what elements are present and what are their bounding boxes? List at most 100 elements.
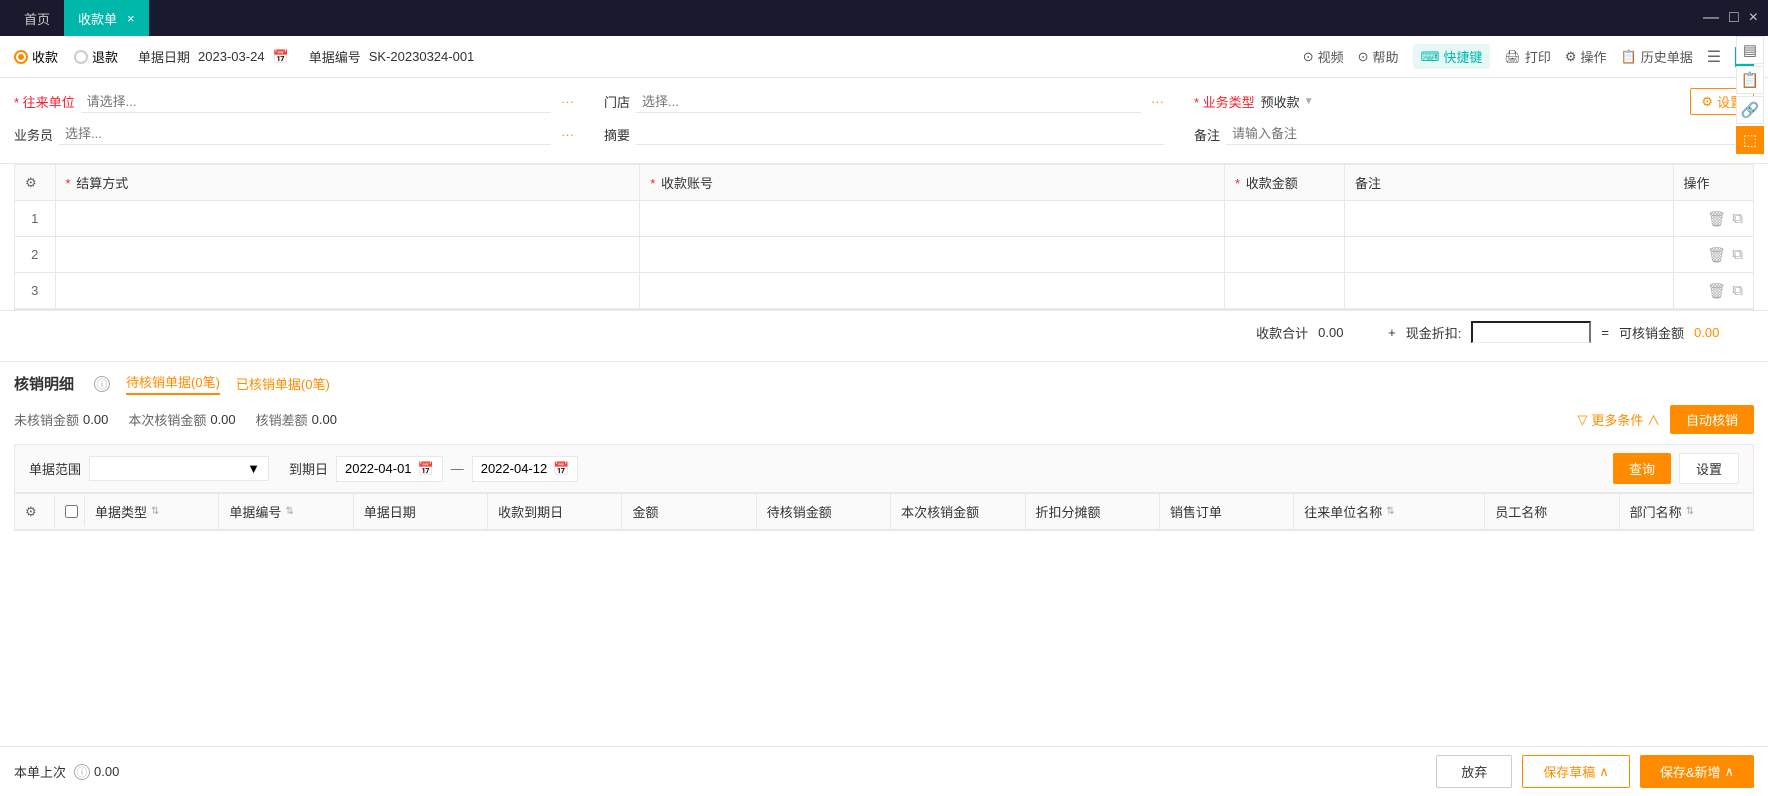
th-gear: ⚙ xyxy=(15,165,55,201)
stat-diff: 核销差额 0.00 xyxy=(256,410,337,429)
cell-account-2[interactable] xyxy=(640,237,1225,273)
salesman-more-icon[interactable]: ··· xyxy=(561,127,574,142)
sidebar-icon-attach[interactable]: 🔗 xyxy=(1736,96,1764,124)
due-date-label: 到期日 xyxy=(289,459,328,478)
tab-close-icon[interactable]: × xyxy=(127,11,135,26)
verify-info-icon[interactable]: ⓘ xyxy=(94,376,110,392)
delete-icon-2[interactable]: 🗑 xyxy=(1707,246,1726,264)
more-conditions-button[interactable]: ▽ 更多条件 ∧ xyxy=(1577,410,1660,429)
save-new-button[interactable]: 保存&新增 ∧ xyxy=(1640,755,1754,788)
cell-remark-2[interactable] xyxy=(1345,237,1673,273)
cell-account-3[interactable] xyxy=(640,273,1225,309)
stat-unverified-label: 未核销金额 xyxy=(14,410,79,429)
cell-amount-1[interactable] xyxy=(1225,201,1345,237)
sidebar-icon-doc[interactable]: 📋 xyxy=(1736,66,1764,94)
select-all-checkbox[interactable] xyxy=(65,505,78,518)
verify-filter: 单据范围 ▼ 到期日 2022-04-01 📅 — 2022-04-12 📅 xyxy=(14,444,1754,493)
minimize-icon[interactable]: — xyxy=(1703,9,1719,27)
tab-receipt-label: 收款单 xyxy=(78,9,117,28)
cell-settlement-2[interactable] xyxy=(55,237,640,273)
delete-icon-1[interactable]: 🗑 xyxy=(1707,210,1726,228)
auto-verify-button[interactable]: 自动核销 xyxy=(1670,405,1754,434)
vth-discount: 折扣分摊额 xyxy=(1026,494,1160,529)
help-action[interactable]: ⊙ 帮助 xyxy=(1358,47,1399,66)
sort-dept[interactable]: ⇅ xyxy=(1686,506,1694,517)
th-remark: 备注 xyxy=(1345,165,1673,201)
salesman-input[interactable] xyxy=(59,123,551,145)
copy-icon-3[interactable]: ⧉ xyxy=(1732,282,1743,299)
biz-type-value: 预收款 xyxy=(1261,92,1300,111)
filter-icon: ▽ xyxy=(1577,412,1587,428)
sort-doc-type[interactable]: ⇅ xyxy=(151,506,159,517)
sort-counterpart[interactable]: ⇅ xyxy=(1386,506,1394,517)
tab-pending-verify[interactable]: 待核销单据(0笔) xyxy=(126,372,220,395)
date-to-value: 2022-04-12 xyxy=(481,461,548,476)
stat-diff-value: 0.00 xyxy=(312,412,337,427)
vth-amount: 金额 xyxy=(622,494,756,529)
sidebar-icon-table[interactable]: ▤ xyxy=(1736,36,1764,64)
cell-settlement-3[interactable] xyxy=(55,273,640,309)
delete-icon-3[interactable]: 🗑 xyxy=(1707,282,1726,300)
th-account: * 收款账号 xyxy=(640,165,1225,201)
counterpart-input[interactable] xyxy=(81,91,551,113)
salesman-label: 业务员 xyxy=(14,125,53,144)
cell-account-1[interactable] xyxy=(640,201,1225,237)
tab-receipt[interactable]: 收款单 × xyxy=(64,0,149,36)
home-tab[interactable]: 首页 xyxy=(10,0,64,36)
calendar-icon[interactable]: 📅 xyxy=(273,49,289,65)
counterpart-more-icon[interactable]: ··· xyxy=(561,94,574,109)
date-from-picker[interactable]: 2022-04-01 📅 xyxy=(336,456,443,482)
verify-header: 核销明细 ⓘ 待核销单据(0笔) 已核销单据(0笔) xyxy=(14,372,1754,395)
view-toggle-list[interactable]: ☰ xyxy=(1707,47,1721,67)
form-section: * 往来单位 ··· 门店 ··· * 业务类型 预收款 ▼ ⚙ 设置 xyxy=(0,78,1768,164)
discount-input[interactable] xyxy=(1471,321,1591,343)
bottom-info-icon[interactable]: ⓘ xyxy=(74,764,90,780)
video-action[interactable]: ⊙ 视频 xyxy=(1303,47,1344,66)
summary-input[interactable] xyxy=(636,123,1164,145)
bottom-actions: 放弃 保存草稿 ∧ 保存&新增 ∧ xyxy=(1436,755,1754,788)
radio-receipt[interactable]: 收款 xyxy=(14,47,58,66)
cell-remark-3[interactable] xyxy=(1345,273,1673,309)
maximize-icon[interactable]: □ xyxy=(1729,9,1739,27)
sidebar-icon-expand[interactable]: ⬚ xyxy=(1736,126,1764,154)
filter-settings-button[interactable]: 设置 xyxy=(1679,453,1739,484)
radio-refund[interactable]: 退款 xyxy=(74,47,118,66)
sort-doc-num[interactable]: ⇅ xyxy=(285,506,293,517)
table-row: 1 🗑 ⧉ xyxy=(15,201,1753,237)
copy-icon-2[interactable]: ⧉ xyxy=(1732,246,1743,263)
cell-ops-3: 🗑 ⧉ xyxy=(1673,273,1753,309)
save-draft-button[interactable]: 保存草稿 ∧ xyxy=(1522,755,1630,788)
cell-amount-2[interactable] xyxy=(1225,237,1345,273)
ops-action[interactable]: ⚙ 操作 xyxy=(1565,47,1607,66)
store-input[interactable] xyxy=(636,91,1141,113)
query-button[interactable]: 查询 xyxy=(1613,453,1671,484)
toolbar: 收款 退款 单据日期 2023-03-24 📅 单据编号 SK-20230324… xyxy=(0,36,1768,78)
vth-doc-type: 单据类型 ⇅ xyxy=(85,494,219,529)
close-icon[interactable]: × xyxy=(1749,9,1758,27)
store-more-icon[interactable]: ··· xyxy=(1151,94,1164,109)
counterpart-label: * 往来单位 xyxy=(14,92,75,111)
cell-settlement-1[interactable] xyxy=(55,201,640,237)
biz-type-select[interactable]: 预收款 ▼ xyxy=(1261,92,1314,111)
cell-amount-3[interactable] xyxy=(1225,273,1345,309)
date-to-picker[interactable]: 2022-04-12 📅 xyxy=(472,456,579,482)
copy-icon-1[interactable]: ⧉ xyxy=(1732,210,1743,227)
print-action[interactable]: 🖨 打印 xyxy=(1504,47,1551,66)
biz-type-arrow: ▼ xyxy=(1304,96,1314,107)
table-gear-icon[interactable]: ⚙ xyxy=(25,175,37,190)
remark-input[interactable] xyxy=(1226,123,1754,145)
verification-section: 核销明细 ⓘ 待核销单据(0笔) 已核销单据(0笔) 未核销金额 0.00 本次… xyxy=(0,361,1768,541)
verify-table-header: ⚙ 单据类型 ⇅ 单据编号 ⇅ 单据日期 收款到期日 xyxy=(15,494,1753,530)
verify-table-gear-icon[interactable]: ⚙ xyxy=(25,504,37,520)
verify-title: 核销明细 xyxy=(14,373,74,394)
row-num-3: 3 xyxy=(15,273,55,309)
vth-counterpart: 往来单位名称 ⇅ xyxy=(1294,494,1485,529)
cell-remark-1[interactable] xyxy=(1345,201,1673,237)
shortcut-action[interactable]: ⌨ 快捷键 xyxy=(1413,44,1491,69)
date-label: 单据日期 xyxy=(138,47,190,66)
tab-verified[interactable]: 已核销单据(0笔) xyxy=(236,374,330,393)
receipt-type-radio-group: 收款 退款 xyxy=(14,47,118,66)
history-action[interactable]: 📋 历史单据 xyxy=(1621,47,1693,66)
range-select[interactable]: ▼ xyxy=(89,456,269,481)
abandon-button[interactable]: 放弃 xyxy=(1436,755,1512,788)
